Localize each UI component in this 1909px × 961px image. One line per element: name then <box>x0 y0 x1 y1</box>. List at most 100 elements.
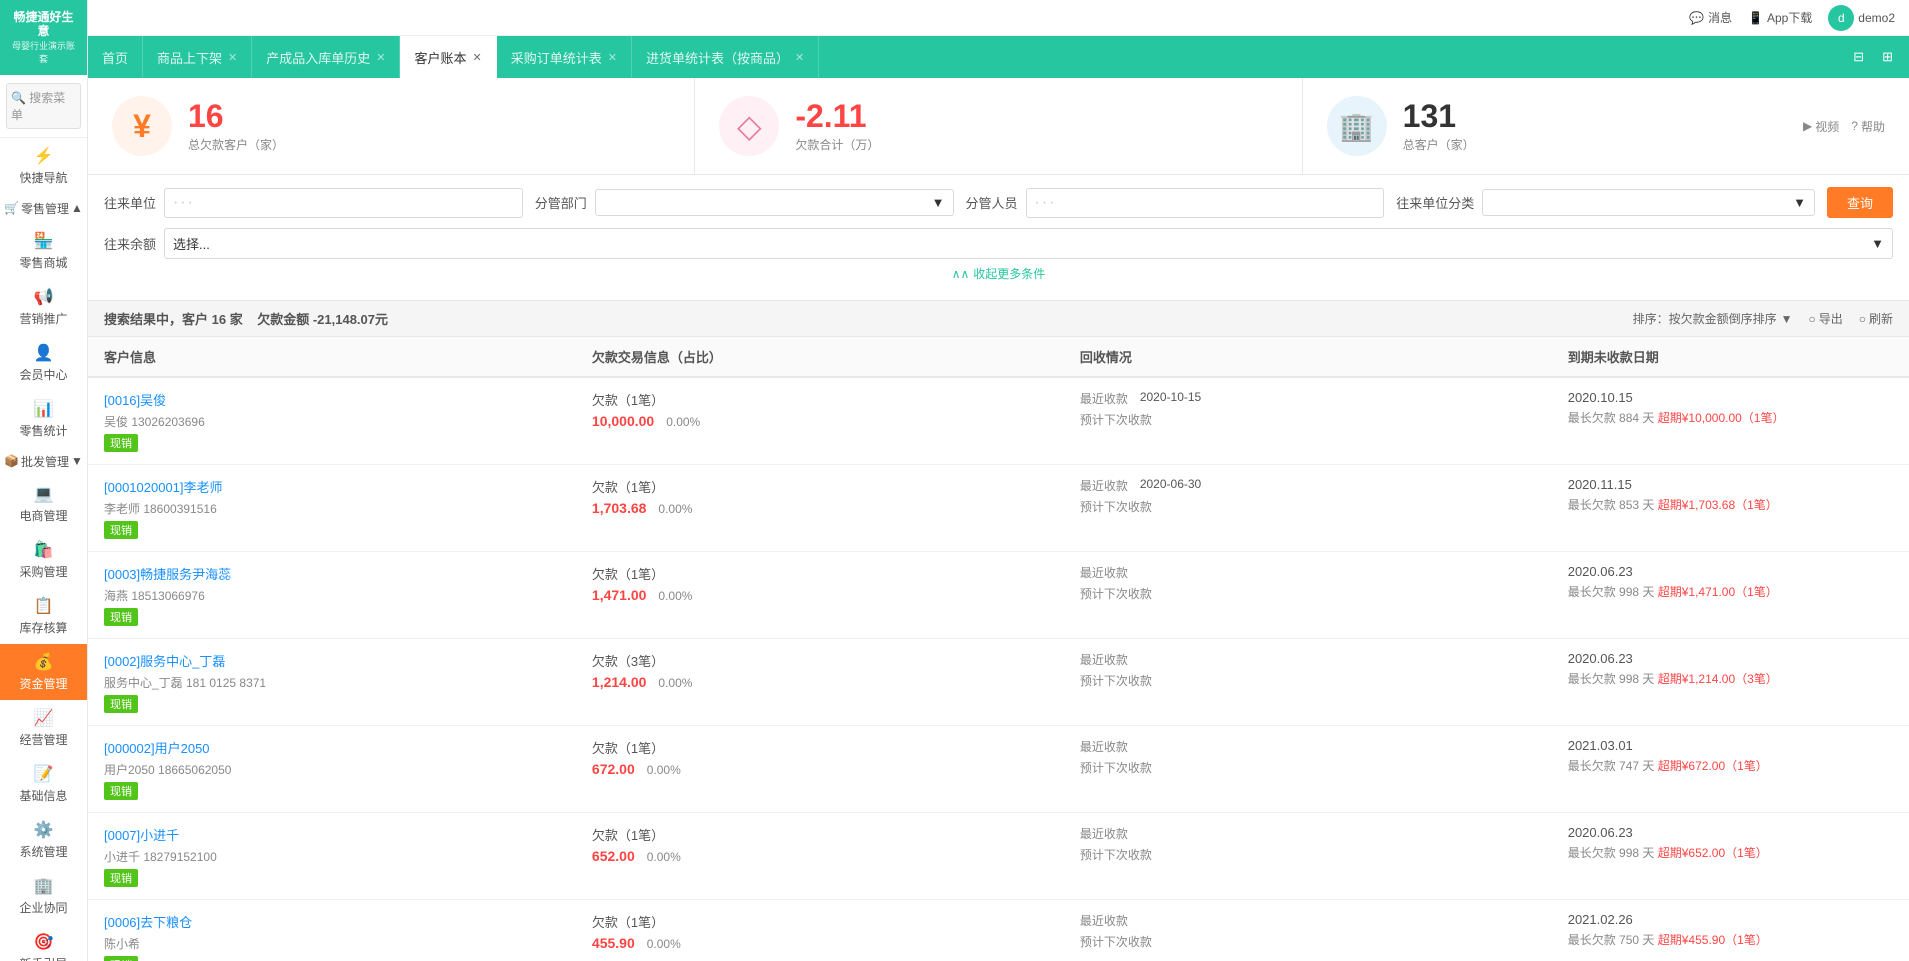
filter-person-input[interactable]: ··· <box>1026 188 1385 218</box>
sidebar-item-label: 零售商城 <box>19 254 67 271</box>
help-control[interactable]: ? 帮助 <box>1851 118 1885 135</box>
sidebar-item-ecom[interactable]: 💻 电商管理 <box>0 476 87 532</box>
tab-customer-account-close[interactable]: ✕ <box>473 51 482 64</box>
overdue-amount-link[interactable]: 超期¥10,000.00（1笔） <box>1658 411 1785 425</box>
sidebar-item-new-guide[interactable]: 🎯 新手引导 <box>0 924 87 961</box>
tab-product-history[interactable]: 产成品入库单历史 ✕ <box>252 36 400 78</box>
debt-amount[interactable]: 652.00 <box>592 848 635 864</box>
overdue-amount-link[interactable]: 超期¥672.00（1笔） <box>1658 759 1768 773</box>
last-payment-label: 最近收款 <box>1080 477 1128 494</box>
debt-amount[interactable]: 672.00 <box>592 761 635 777</box>
customer-contact: 陈小希 <box>104 935 592 952</box>
customer-name[interactable]: [000002]用户2050 <box>104 738 592 757</box>
customer-info-cell: [0001020001]李老师 李老师 18600391516 现销 <box>104 477 592 539</box>
search-menu-button[interactable]: 🔍 搜索菜单 <box>6 83 81 129</box>
customer-info-cell: [0007]小进千 小进千 18279152100 现销 <box>104 825 592 887</box>
payback-cell: 最近收款 预计下次收款 <box>1080 738 1568 776</box>
new-guide-icon: 🎯 <box>34 932 54 952</box>
filter-balance-select[interactable]: 选择... ▼ <box>164 228 1893 259</box>
sidebar-item-member[interactable]: 👤 会员中心 <box>0 335 87 391</box>
user-avatar[interactable]: d demo2 <box>1828 5 1895 31</box>
customer-name[interactable]: [0007]小进千 <box>104 825 592 844</box>
stat-card-total: 🏢 131 总客户（家） ▶ 视频 ? 帮助 <box>1303 78 1909 174</box>
stat-icon-total: 🏢 <box>1327 96 1387 156</box>
sidebar-item-inventory[interactable]: 📋 库存核算 <box>0 588 87 644</box>
tab-purchase-stats[interactable]: 进货单统计表（按商品） ✕ <box>632 36 819 78</box>
customer-tag: 现销 <box>104 782 138 800</box>
filter-collapse-button[interactable]: ∧∧ 收起更多条件 <box>104 259 1893 288</box>
sidebar-item-purchase[interactable]: 🛍️ 采购管理 <box>0 532 87 588</box>
refresh-button[interactable]: ○ 刷新 <box>1859 310 1893 327</box>
table-row: [0001020001]李老师 李老师 18600391516 现销 欠款（1笔… <box>88 465 1909 552</box>
overdue-amount-link[interactable]: 超期¥652.00（1笔） <box>1658 846 1768 860</box>
debt-amount[interactable]: 1,703.68 <box>592 500 647 516</box>
customer-name[interactable]: [0001020001]李老师 <box>104 477 592 496</box>
sidebar-item-finance[interactable]: 💰 资金管理 <box>0 644 87 700</box>
results-customer-count: 16 <box>212 312 226 327</box>
tab-product-history-close[interactable]: ✕ <box>376 51 385 64</box>
tab-home[interactable]: 首页 <box>88 36 143 78</box>
customer-name[interactable]: [0016]吴俊 <box>104 390 592 409</box>
sidebar-item-quick-nav[interactable]: ⚡ 快捷导航 <box>0 138 87 194</box>
sidebar-item-retail-store[interactable]: 🏪 零售商城 <box>0 223 87 279</box>
search-button[interactable]: 查询 <box>1827 187 1893 218</box>
export-button[interactable]: ○ 导出 <box>1808 310 1842 327</box>
sidebar: 畅捷通好生意 母婴行业演示账套 🔍 搜索菜单 ⚡ 快捷导航 🛒 零售管理 ▲ 🏪… <box>0 0 88 961</box>
sidebar-item-basic-info[interactable]: 📝 基础信息 <box>0 756 87 812</box>
avatar-circle: d <box>1828 5 1854 31</box>
customer-info-cell: [0003]畅捷服务尹海蕊 海燕 18513066976 现销 <box>104 564 592 626</box>
sidebar-item-retail-stats[interactable]: 📊 零售统计 <box>0 391 87 447</box>
due-overdue: 最长欠款 750 天 超期¥455.90（1笔） <box>1568 931 1893 948</box>
collapse-arrow-icon: ∧∧ <box>952 267 970 281</box>
app-download-button[interactable]: 📱 App下载 <box>1748 9 1812 26</box>
filter-unit-input[interactable]: ··· <box>164 188 523 218</box>
tab-purchase-stats-close[interactable]: ✕ <box>795 51 804 64</box>
debt-amount[interactable]: 1,471.00 <box>592 587 647 603</box>
video-control[interactable]: ▶ 视频 <box>1803 118 1839 135</box>
debt-amount[interactable]: 10,000.00 <box>592 413 654 429</box>
collapse-label: 收起更多条件 <box>973 265 1045 282</box>
retail-mgmt-label: 零售管理 <box>21 200 69 217</box>
stat-info-amount: -2.11 欠款合计（万） <box>795 100 879 153</box>
filter-row-2: 往来余额 选择... ▼ <box>104 228 1893 259</box>
tab-purchase-order-close[interactable]: ✕ <box>608 51 617 64</box>
due-info-cell: 2021.02.26 最长欠款 750 天 超期¥455.90（1笔） <box>1568 912 1893 948</box>
debt-count: 欠款（1笔） <box>592 738 1080 757</box>
sidebar-item-marketing[interactable]: 📢 营销推广 <box>0 279 87 335</box>
customer-name[interactable]: [0006]去下粮仓 <box>104 912 592 931</box>
sidebar-item-retail-mgmt[interactable]: 🛒 零售管理 ▲ <box>0 194 87 223</box>
filter-category-select[interactable]: ▼ <box>1482 189 1815 216</box>
sidebar-item-business[interactable]: 📈 经营管理 <box>0 700 87 756</box>
overdue-amount-link[interactable]: 超期¥1,214.00（3笔） <box>1658 672 1778 686</box>
debt-percent: 0.00% <box>658 502 692 516</box>
sidebar-item-batch-mgmt[interactable]: 📦 批发管理 ▼ <box>0 447 87 476</box>
tab-product-offline[interactable]: 商品上下架 ✕ <box>143 36 252 78</box>
sidebar-item-enterprise[interactable]: 🏢 企业协同 <box>0 868 87 924</box>
due-date: 2020.11.15 <box>1568 477 1893 492</box>
message-button[interactable]: 💬 消息 <box>1689 9 1732 26</box>
retail-stats-icon: 📊 <box>34 399 54 419</box>
customer-name[interactable]: [0002]服务中心_丁磊 <box>104 651 592 670</box>
filter-balance-arrow: ▼ <box>1871 236 1884 251</box>
filter-dept-select[interactable]: ▼ <box>595 189 954 216</box>
customer-name[interactable]: [0003]畅捷服务尹海蕊 <box>104 564 592 583</box>
tab-product-offline-close[interactable]: ✕ <box>228 51 237 64</box>
tab-customer-account[interactable]: 客户账本 ✕ <box>400 36 496 78</box>
due-info-cell: 2020.06.23 最长欠款 998 天 超期¥1,214.00（3笔） <box>1568 651 1893 687</box>
debt-amount[interactable]: 455.90 <box>592 935 635 951</box>
customer-contact: 小进千 18279152100 <box>104 848 592 865</box>
results-actions: 排序：按欠款金额倒序排序 ▼ ○ 导出 ○ 刷新 <box>1633 310 1893 327</box>
debt-amount[interactable]: 1,214.00 <box>592 674 647 690</box>
nav-maximize-icon[interactable]: ⊞ <box>1876 45 1899 69</box>
overdue-amount-link[interactable]: 超期¥1,471.00（1笔） <box>1658 585 1778 599</box>
overdue-amount-link[interactable]: 超期¥1,703.68（1笔） <box>1658 498 1778 512</box>
tab-purchase-order[interactable]: 采购订单统计表 ✕ <box>497 36 632 78</box>
sidebar-item-system[interactable]: ⚙️ 系统管理 <box>0 812 87 868</box>
customer-info-cell: [0006]去下粮仓 陈小希 现销 <box>104 912 592 961</box>
next-payment-label: 预计下次收款 <box>1080 498 1152 515</box>
overdue-amount-link[interactable]: 超期¥455.90（1笔） <box>1658 933 1768 947</box>
customer-info-cell: [000002]用户2050 用户2050 18665062050 现销 <box>104 738 592 800</box>
sort-button[interactable]: 排序：按欠款金额倒序排序 ▼ <box>1633 310 1793 327</box>
nav-minimize-icon[interactable]: ⊟ <box>1847 45 1870 69</box>
payback-cell: 最近收款 预计下次收款 <box>1080 825 1568 863</box>
